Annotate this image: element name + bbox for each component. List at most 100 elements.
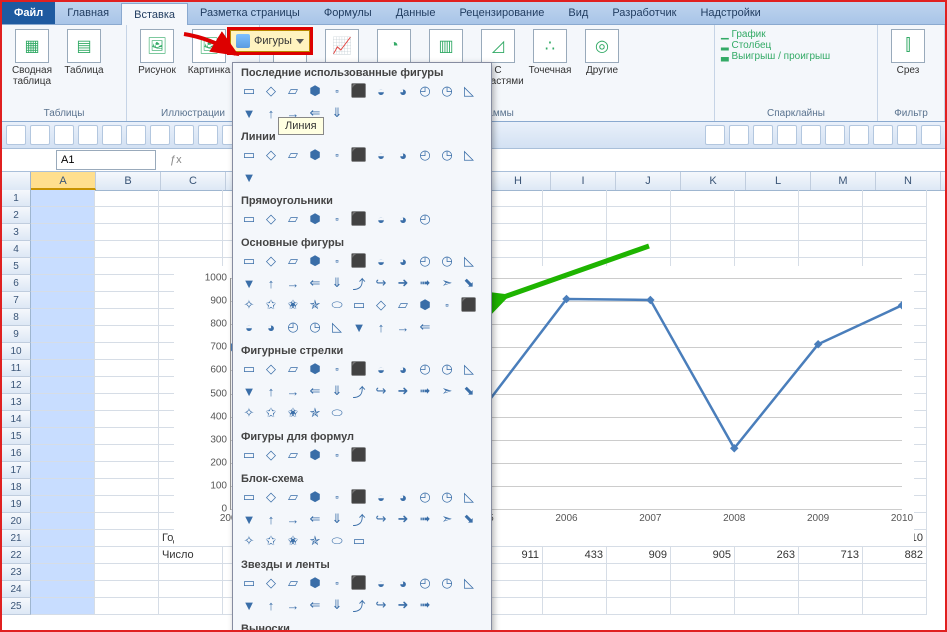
shape-option[interactable]: ◕ (393, 573, 413, 593)
qat-button[interactable] (777, 125, 797, 145)
cell[interactable] (95, 258, 159, 275)
cell[interactable] (159, 190, 223, 207)
shape-option[interactable]: ✩ (261, 403, 281, 423)
shape-option[interactable]: ➜ (393, 381, 413, 401)
fx-icon[interactable]: ƒx (164, 154, 188, 166)
row-header[interactable]: 24 (2, 581, 31, 598)
shape-option[interactable]: ⇐ (305, 273, 325, 293)
shape-option[interactable]: ⇓ (327, 509, 347, 529)
shape-option[interactable]: ◺ (459, 573, 479, 593)
shape-option[interactable]: ↪ (371, 273, 391, 293)
shape-option[interactable]: ⇐ (305, 595, 325, 615)
shape-option[interactable]: ⬛ (349, 145, 369, 165)
cell[interactable] (31, 377, 95, 394)
qat-button[interactable] (198, 125, 218, 145)
shape-option[interactable]: ▭ (239, 359, 259, 379)
shape-option[interactable]: ⬢ (305, 359, 325, 379)
row-header[interactable]: 15 (2, 428, 31, 445)
shape-option[interactable]: ▱ (283, 81, 303, 101)
shape-option[interactable]: ⤴ (349, 509, 369, 529)
shape-option[interactable]: ⬞ (437, 295, 457, 315)
shape-option[interactable]: ▼ (239, 273, 259, 293)
shape-option[interactable]: ⬢ (305, 145, 325, 165)
shape-option[interactable]: ⬞ (327, 81, 347, 101)
cell[interactable] (799, 190, 863, 207)
shape-option[interactable]: ▱ (283, 209, 303, 229)
cell[interactable] (95, 496, 159, 513)
shape-option[interactable]: ◕ (393, 145, 413, 165)
cell[interactable] (95, 513, 159, 530)
shape-option[interactable]: ✧ (239, 295, 259, 315)
shape-option[interactable]: ◒ (371, 251, 391, 271)
shape-option[interactable]: ⬞ (327, 251, 347, 271)
cell[interactable] (799, 207, 863, 224)
column-header[interactable]: J (616, 172, 681, 190)
shape-option[interactable]: ◕ (393, 487, 413, 507)
shape-option[interactable]: ⬢ (305, 487, 325, 507)
cell[interactable] (31, 411, 95, 428)
cell[interactable] (735, 598, 799, 615)
cell[interactable] (95, 411, 159, 428)
shape-option[interactable]: ⬞ (327, 445, 347, 465)
shape-option[interactable]: ◷ (437, 145, 457, 165)
shape-option[interactable]: ▱ (393, 295, 413, 315)
qat-button[interactable] (921, 125, 941, 145)
tab-view[interactable]: Вид (556, 2, 600, 24)
shape-option[interactable]: ✬ (283, 403, 303, 423)
shape-option[interactable]: ✧ (239, 403, 259, 423)
cell[interactable] (31, 564, 95, 581)
tab-formulas[interactable]: Формулы (312, 2, 384, 24)
shape-option[interactable]: ⬭ (327, 531, 347, 551)
cell[interactable] (95, 428, 159, 445)
cell[interactable] (95, 343, 159, 360)
cell[interactable] (607, 598, 671, 615)
shape-option[interactable]: ◒ (239, 317, 259, 337)
shape-option[interactable]: ↑ (261, 595, 281, 615)
cell[interactable] (95, 394, 159, 411)
cell[interactable] (95, 224, 159, 241)
cell[interactable] (543, 581, 607, 598)
cell[interactable] (95, 360, 159, 377)
cell[interactable] (31, 547, 95, 564)
tab-home[interactable]: Главная (55, 2, 121, 24)
cell[interactable] (799, 598, 863, 615)
cell[interactable] (31, 598, 95, 615)
cell[interactable]: 433 (543, 547, 607, 564)
qat-button[interactable] (174, 125, 194, 145)
cell[interactable]: 905 (671, 547, 735, 564)
shape-option[interactable]: ⬛ (349, 359, 369, 379)
shape-option[interactable]: ↪ (371, 509, 391, 529)
shape-option[interactable]: ▼ (239, 167, 259, 187)
qat-button[interactable] (825, 125, 845, 145)
shape-option[interactable]: ➟ (415, 509, 435, 529)
shape-option[interactable]: ▱ (283, 487, 303, 507)
shape-option[interactable]: ↑ (261, 509, 281, 529)
column-header[interactable]: L (746, 172, 811, 190)
shape-option[interactable]: ✧ (239, 531, 259, 551)
cell[interactable] (31, 309, 95, 326)
cell[interactable] (863, 207, 927, 224)
shape-option[interactable]: ◷ (437, 81, 457, 101)
qat-button[interactable] (102, 125, 122, 145)
qat-button[interactable] (54, 125, 74, 145)
qat-button[interactable] (873, 125, 893, 145)
cell[interactable] (95, 377, 159, 394)
cell[interactable] (95, 326, 159, 343)
shape-option[interactable]: ◒ (371, 209, 391, 229)
shape-option[interactable]: → (393, 317, 413, 337)
shape-option[interactable]: ◴ (415, 573, 435, 593)
tab-developer[interactable]: Разработчик (600, 2, 688, 24)
shape-option[interactable]: ➜ (393, 273, 413, 293)
cell[interactable] (607, 207, 671, 224)
cell[interactable] (31, 275, 95, 292)
cell[interactable] (159, 564, 223, 581)
shape-option[interactable]: ◇ (261, 359, 281, 379)
shape-option[interactable]: ◕ (393, 81, 413, 101)
shape-option[interactable]: ⬭ (327, 403, 347, 423)
cell[interactable] (31, 258, 95, 275)
cell[interactable] (95, 207, 159, 224)
column-header[interactable]: H (486, 172, 551, 190)
cell[interactable] (95, 275, 159, 292)
shape-option[interactable]: ◴ (415, 251, 435, 271)
cell[interactable] (95, 564, 159, 581)
